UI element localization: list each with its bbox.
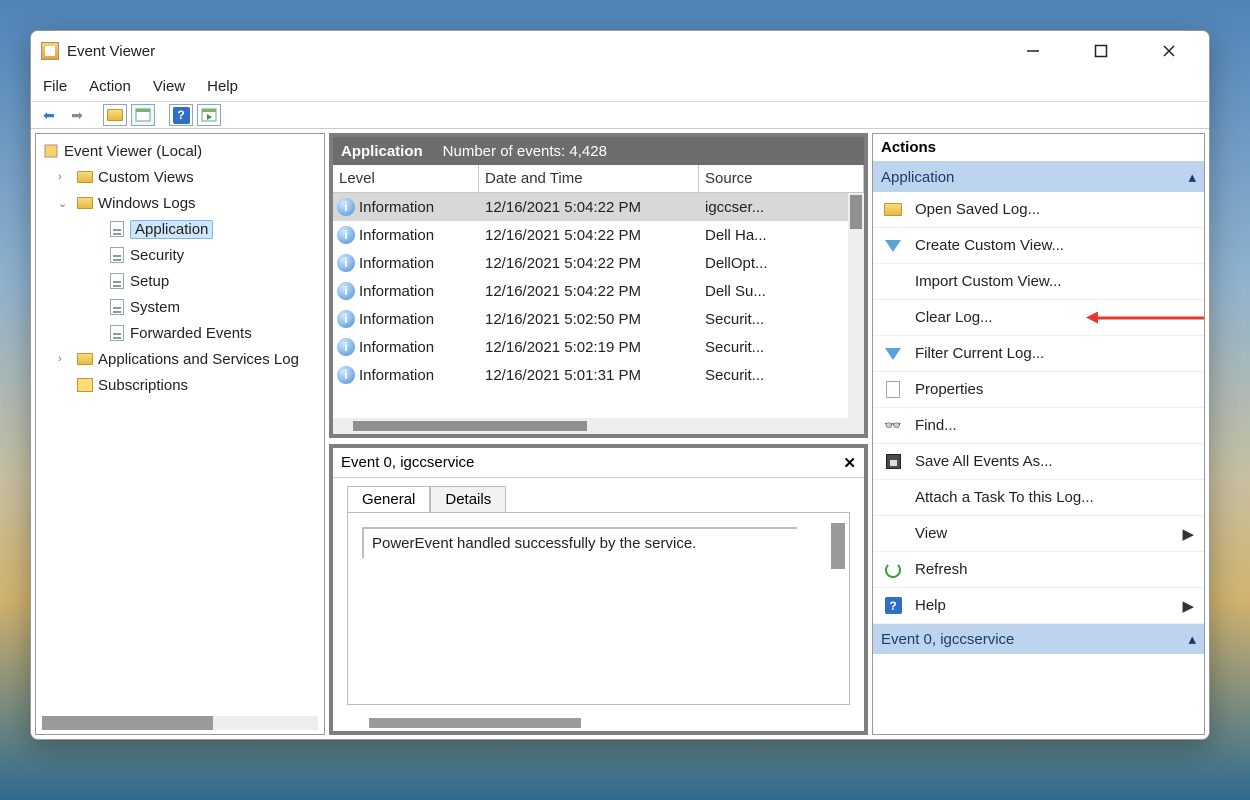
col-datetime[interactable]: Date and Time [479,165,699,192]
action-help[interactable]: ?Help▶ [873,588,1204,624]
tree-item-system[interactable]: System [38,294,322,320]
grid-hscrollbar[interactable] [333,418,864,434]
action-save-all-events-as[interactable]: Save All Events As... [873,444,1204,480]
event-row[interactable]: iInformation12/16/2021 5:02:50 PMSecurit… [333,305,864,333]
action-refresh[interactable]: Refresh [873,552,1204,588]
action-properties[interactable]: Properties [873,372,1204,408]
action-find[interactable]: 👓Find... [873,408,1204,444]
tree-item-custom-views[interactable]: ›Custom Views [38,164,322,190]
tab-details[interactable]: Details [430,486,506,512]
event-row[interactable]: iInformation12/16/2021 5:04:22 PMigccser… [333,193,864,221]
information-icon: i [337,198,355,216]
action-attach-a-task-to-this-log[interactable]: Attach a Task To this Log... [873,480,1204,516]
tree-item-applications-and-services-log[interactable]: ›Applications and Services Log [38,346,322,372]
window-title: Event Viewer [67,43,155,60]
event-row[interactable]: iInformation12/16/2021 5:04:22 PMDellOpt… [333,249,864,277]
event-row[interactable]: iInformation12/16/2021 5:02:19 PMSecurit… [333,333,864,361]
event-row[interactable]: iInformation12/16/2021 5:01:31 PMSecurit… [333,361,864,389]
col-source[interactable]: Source [699,165,864,192]
information-icon: i [337,254,355,272]
tree-hscrollbar[interactable] [42,716,318,730]
titlebar: Event Viewer [31,31,1209,71]
submenu-arrow-icon: ▶ [1182,525,1194,543]
menu-action[interactable]: Action [89,78,131,95]
app-icon [41,42,59,60]
toolbar: ⬅ ➡ ? [31,101,1209,129]
tree-item-subscriptions[interactable]: Subscriptions [38,372,322,398]
events-grid: Application Number of events: 4,428 Leve… [329,133,868,438]
action-filter-current-log[interactable]: Filter Current Log... [873,336,1204,372]
forward-button[interactable]: ➡ [65,104,89,126]
minimize-button[interactable] [1013,36,1053,66]
maximize-button[interactable] [1081,36,1121,66]
detail-close-icon[interactable]: ✕ [843,454,856,472]
tree-root[interactable]: Event Viewer (Local) [38,138,322,164]
information-icon: i [337,282,355,300]
grid-count: Number of events: 4,428 [443,143,607,160]
action-clear-log[interactable]: Clear Log... [873,300,1204,336]
tree-item-setup[interactable]: Setup [38,268,322,294]
information-icon: i [337,338,355,356]
menu-file[interactable]: File [43,78,67,95]
grid-vscrollbar[interactable] [848,193,864,418]
actions-header: Actions [873,134,1204,162]
event-viewer-window: Event Viewer File Action View Help ⬅ ➡ ?… [30,30,1210,740]
toolbar-help-icon[interactable]: ? [169,104,193,126]
navigation-tree[interactable]: Event Viewer (Local) ›Custom Views⌄Windo… [35,133,325,735]
tree-item-forwarded-events[interactable]: Forwarded Events [38,320,322,346]
submenu-arrow-icon: ▶ [1182,597,1194,615]
grid-title: Application [341,143,423,160]
event-row[interactable]: iInformation12/16/2021 5:04:22 PMDell Su… [333,277,864,305]
col-level[interactable]: Level [333,165,479,192]
toolbar-folder-icon[interactable] [103,104,127,126]
toolbar-view-icon[interactable] [131,104,155,126]
actions-section-event[interactable]: Event 0, igccservice ▴ [873,624,1204,654]
event-detail-pane: Event 0, igccservice ✕ General Details P… [329,444,868,735]
close-button[interactable] [1149,36,1189,66]
detail-message: PowerEvent handled successfully by the s… [362,527,797,558]
action-view[interactable]: View▶ [873,516,1204,552]
actions-pane: Actions Application ▴ Open Saved Log...C… [872,133,1205,735]
back-button[interactable]: ⬅ [37,104,61,126]
toolbar-preview-icon[interactable] [197,104,221,126]
detail-title: Event 0, igccservice [341,454,474,471]
chevron-up-icon: ▴ [1188,630,1196,648]
annotation-arrow [1096,316,1204,319]
tab-general[interactable]: General [347,486,430,512]
detail-vscrollbar[interactable] [831,523,845,569]
information-icon: i [337,310,355,328]
chevron-up-icon: ▴ [1188,168,1196,186]
detail-hscrollbar[interactable] [333,715,864,731]
action-open-saved-log[interactable]: Open Saved Log... [873,192,1204,228]
information-icon: i [337,226,355,244]
information-icon: i [337,366,355,384]
actions-section-application[interactable]: Application ▴ [873,162,1204,192]
action-import-custom-view[interactable]: Import Custom View... [873,264,1204,300]
menu-help[interactable]: Help [207,78,238,95]
event-row[interactable]: iInformation12/16/2021 5:04:22 PMDell Ha… [333,221,864,249]
grid-columns[interactable]: Level Date and Time Source [333,165,864,193]
tree-item-security[interactable]: Security [38,242,322,268]
menu-view[interactable]: View [153,78,185,95]
tree-item-windows-logs[interactable]: ⌄Windows Logs [38,190,322,216]
action-create-custom-view[interactable]: Create Custom View... [873,228,1204,264]
tree-item-application[interactable]: Application [38,216,322,242]
menubar: File Action View Help [31,71,1209,101]
